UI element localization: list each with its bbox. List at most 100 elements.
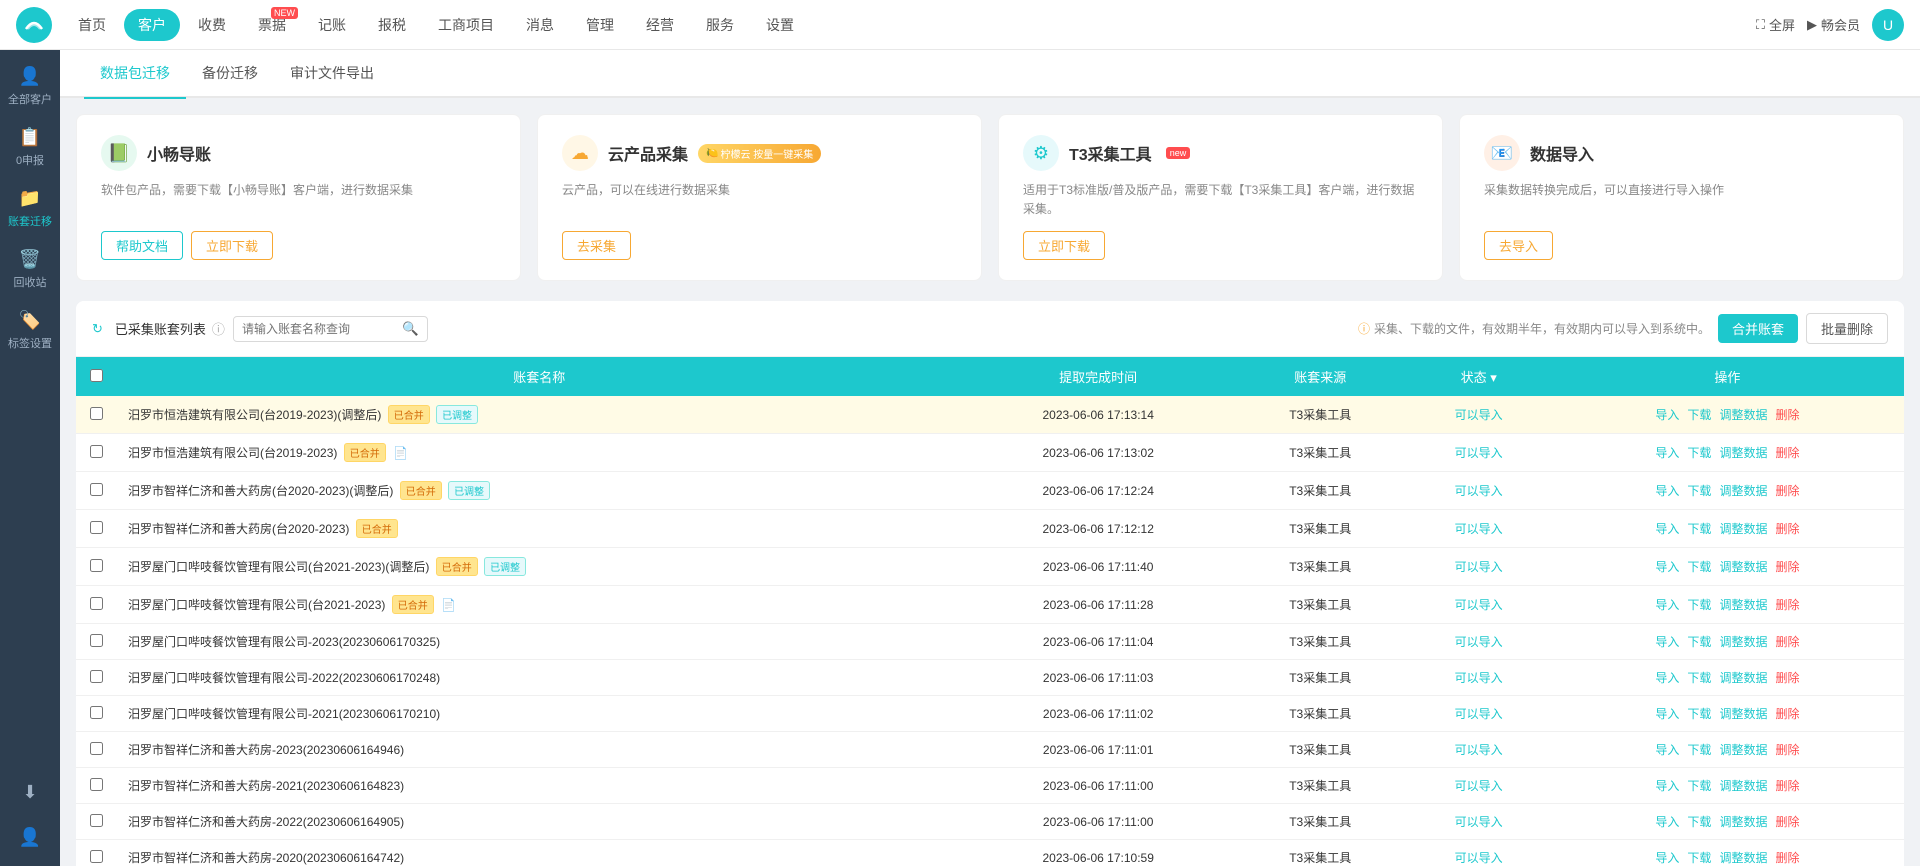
search-button[interactable]: 🔍 [394, 317, 427, 341]
row-checkbox[interactable] [90, 634, 103, 647]
action-导入[interactable]: 导入 [1655, 777, 1679, 794]
select-all-checkbox[interactable] [90, 369, 103, 382]
batch-delete-btn[interactable]: 批量删除 [1806, 313, 1888, 344]
action-导入[interactable]: 导入 [1655, 669, 1679, 686]
nav-item-operation[interactable]: 经营 [632, 9, 688, 41]
action-调整数据[interactable]: 调整数据 [1719, 849, 1767, 866]
nav-item-home[interactable]: 首页 [64, 9, 120, 41]
action-调整数据[interactable]: 调整数据 [1719, 558, 1767, 575]
action-下载[interactable]: 下载 [1687, 777, 1711, 794]
action-删除[interactable]: 删除 [1775, 406, 1799, 423]
row-checkbox[interactable] [90, 559, 103, 572]
action-调整数据[interactable]: 调整数据 [1719, 705, 1767, 722]
action-下载[interactable]: 下载 [1687, 849, 1711, 866]
action-导入[interactable]: 导入 [1655, 813, 1679, 830]
tab-data-migration[interactable]: 数据包迁移 [84, 50, 186, 99]
row-checkbox[interactable] [90, 670, 103, 683]
action-调整数据[interactable]: 调整数据 [1719, 520, 1767, 537]
row-checkbox[interactable] [90, 778, 103, 791]
action-调整数据[interactable]: 调整数据 [1719, 741, 1767, 758]
action-下载[interactable]: 下载 [1687, 520, 1711, 537]
row-checkbox[interactable] [90, 483, 103, 496]
nav-item-service[interactable]: 服务 [692, 9, 748, 41]
action-导入[interactable]: 导入 [1655, 741, 1679, 758]
action-下载[interactable]: 下载 [1687, 558, 1711, 575]
nav-item-invoice[interactable]: 票据 NEW [244, 9, 300, 41]
search-input[interactable] [234, 318, 394, 340]
row-checkbox[interactable] [90, 597, 103, 610]
row-checkbox[interactable] [90, 445, 103, 458]
action-调整数据[interactable]: 调整数据 [1719, 596, 1767, 613]
sort-icon[interactable]: ▾ [1490, 370, 1497, 385]
sidebar-item-download[interactable]: ⬇ [2, 774, 58, 811]
action-下载[interactable]: 下载 [1687, 596, 1711, 613]
action-导入[interactable]: 导入 [1655, 406, 1679, 423]
member-btn[interactable]: ▶ 畅会员 [1807, 15, 1860, 34]
action-删除[interactable]: 删除 [1775, 633, 1799, 650]
refresh-icon[interactable]: ↻ [92, 321, 103, 337]
action-调整数据[interactable]: 调整数据 [1719, 444, 1767, 461]
go-collect-btn[interactable]: 去采集 [562, 231, 631, 260]
sidebar-item-recycle[interactable]: 🗑️ 回收站 [2, 241, 58, 298]
action-下载[interactable]: 下载 [1687, 444, 1711, 461]
row-checkbox[interactable] [90, 850, 103, 863]
row-checkbox[interactable] [90, 407, 103, 420]
action-删除[interactable]: 删除 [1775, 777, 1799, 794]
sidebar-item-zero-report[interactable]: 📋 0申报 [2, 119, 58, 176]
action-删除[interactable]: 删除 [1775, 444, 1799, 461]
nav-item-bookkeeping[interactable]: 记账 [304, 9, 360, 41]
tab-audit-export[interactable]: 审计文件导出 [274, 50, 390, 97]
download-now-btn-3[interactable]: 立即下载 [1023, 231, 1105, 260]
action-导入[interactable]: 导入 [1655, 705, 1679, 722]
nav-item-customer[interactable]: 客户 [124, 9, 180, 41]
action-删除[interactable]: 删除 [1775, 482, 1799, 499]
action-删除[interactable]: 删除 [1775, 558, 1799, 575]
tab-backup-migration[interactable]: 备份迁移 [186, 50, 274, 97]
action-下载[interactable]: 下载 [1687, 669, 1711, 686]
action-调整数据[interactable]: 调整数据 [1719, 813, 1767, 830]
row-checkbox[interactable] [90, 814, 103, 827]
action-导入[interactable]: 导入 [1655, 633, 1679, 650]
nav-item-message[interactable]: 消息 [512, 9, 568, 41]
action-导入[interactable]: 导入 [1655, 482, 1679, 499]
sidebar-item-account-migration[interactable]: 📁 账套迁移 [2, 180, 58, 237]
action-调整数据[interactable]: 调整数据 [1719, 669, 1767, 686]
row-checkbox[interactable] [90, 742, 103, 755]
row-checkbox[interactable] [90, 521, 103, 534]
action-删除[interactable]: 删除 [1775, 741, 1799, 758]
nav-item-business[interactable]: 工商项目 [424, 9, 508, 41]
sidebar-item-tag-settings[interactable]: 🏷️ 标签设置 [2, 302, 58, 359]
download-now-btn-1[interactable]: 立即下载 [191, 231, 273, 260]
action-下载[interactable]: 下载 [1687, 482, 1711, 499]
row-checkbox[interactable] [90, 706, 103, 719]
merge-accounts-btn[interactable]: 合并账套 [1718, 314, 1798, 343]
action-导入[interactable]: 导入 [1655, 520, 1679, 537]
nav-item-tax[interactable]: 报税 [364, 9, 420, 41]
action-下载[interactable]: 下载 [1687, 813, 1711, 830]
action-导入[interactable]: 导入 [1655, 849, 1679, 866]
action-导入[interactable]: 导入 [1655, 596, 1679, 613]
nav-item-settings[interactable]: 设置 [752, 9, 808, 41]
action-删除[interactable]: 删除 [1775, 813, 1799, 830]
sidebar-item-user[interactable]: 👤 [2, 819, 58, 856]
fullscreen-btn[interactable]: ⛶ 全屏 [1756, 15, 1795, 34]
go-import-btn[interactable]: 去导入 [1484, 231, 1553, 260]
action-删除[interactable]: 删除 [1775, 520, 1799, 537]
action-删除[interactable]: 删除 [1775, 669, 1799, 686]
action-调整数据[interactable]: 调整数据 [1719, 482, 1767, 499]
sidebar-item-all-customers[interactable]: 👤 全部客户 [2, 58, 58, 115]
action-下载[interactable]: 下载 [1687, 633, 1711, 650]
file-icon[interactable]: 📄 [441, 598, 456, 612]
action-删除[interactable]: 删除 [1775, 596, 1799, 613]
avatar[interactable]: U [1872, 9, 1904, 41]
nav-item-fee[interactable]: 收费 [184, 9, 240, 41]
action-导入[interactable]: 导入 [1655, 444, 1679, 461]
action-下载[interactable]: 下载 [1687, 741, 1711, 758]
action-下载[interactable]: 下载 [1687, 705, 1711, 722]
action-下载[interactable]: 下载 [1687, 406, 1711, 423]
action-删除[interactable]: 删除 [1775, 705, 1799, 722]
action-调整数据[interactable]: 调整数据 [1719, 777, 1767, 794]
help-doc-btn[interactable]: 帮助文档 [101, 231, 183, 260]
file-icon[interactable]: 📄 [393, 446, 408, 460]
nav-item-manage[interactable]: 管理 [572, 9, 628, 41]
